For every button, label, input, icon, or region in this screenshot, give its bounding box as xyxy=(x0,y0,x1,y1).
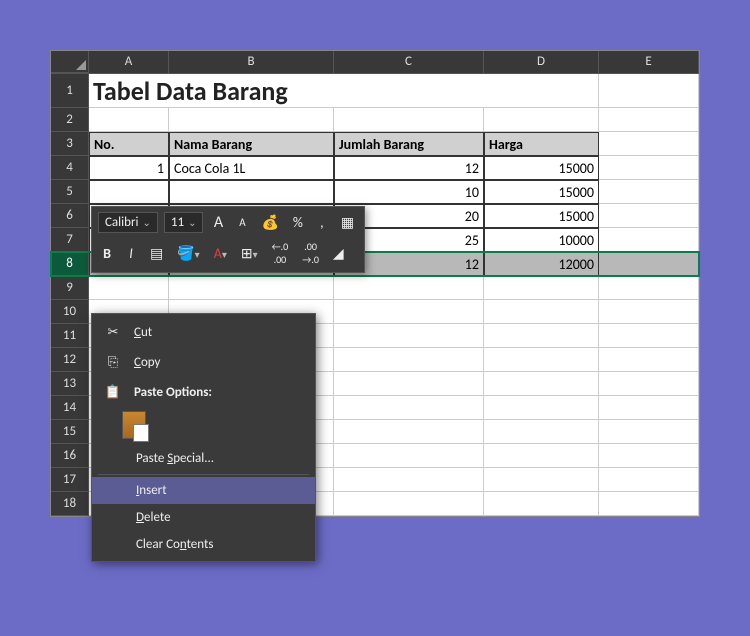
italic-button[interactable]: I xyxy=(122,243,140,264)
fill-color-button[interactable]: 🪣▾ xyxy=(173,243,203,264)
col-header-c[interactable]: C xyxy=(334,51,484,73)
cell[interactable] xyxy=(89,108,169,132)
cell[interactable] xyxy=(599,180,699,204)
row-header-2[interactable]: 2 xyxy=(51,108,89,132)
format-painter-icon[interactable]: ▦ xyxy=(337,212,358,233)
column-headers: A B C D E xyxy=(51,51,699,74)
comma-format-icon[interactable]: , xyxy=(313,212,331,233)
context-menu: ✂ Cut ⎘ Copy 📋 Paste Options: Paste Spec… xyxy=(91,313,316,562)
col-header-b[interactable]: B xyxy=(169,51,334,73)
menu-copy[interactable]: ⎘ Copy xyxy=(92,347,315,377)
header-nama[interactable]: Nama Barang xyxy=(169,132,334,156)
mini-toolbar: Calibri⌄ 11⌄ A A 💰 % , ▦ B I ▤ 🪣▾ A▾ ⊞▾ … xyxy=(91,206,365,273)
borders-button[interactable]: ⊞▾ xyxy=(237,243,262,264)
row-4: 4 1 Coca Cola 1L 12 15000 xyxy=(51,156,699,180)
cell-jumlah[interactable]: 10 xyxy=(334,180,484,204)
header-harga[interactable]: Harga xyxy=(484,132,599,156)
cell-harga[interactable]: 12000 xyxy=(484,252,599,276)
cell[interactable] xyxy=(484,108,599,132)
cell-harga[interactable]: 15000 xyxy=(484,156,599,180)
row-header-16[interactable]: 16 xyxy=(51,444,89,468)
row-header-10[interactable]: 10 xyxy=(51,300,89,324)
menu-insert[interactable]: Insert xyxy=(92,477,315,504)
row-1: 1 Tabel Data Barang xyxy=(51,74,699,108)
increase-decimal-icon[interactable]: ←.0.00 xyxy=(268,238,293,268)
row-header-13[interactable]: 13 xyxy=(51,372,89,396)
row-header-18[interactable]: 18 xyxy=(51,492,89,516)
row-header-1[interactable]: 1 xyxy=(51,74,89,108)
cell-nama[interactable] xyxy=(169,180,334,204)
menu-cut[interactable]: ✂ Cut xyxy=(92,317,315,347)
row-header-5[interactable]: 5 xyxy=(51,180,89,204)
row-3: 3 No. Nama Barang Jumlah Barang Harga xyxy=(51,132,699,156)
cell[interactable] xyxy=(599,204,699,228)
row-header-4[interactable]: 4 xyxy=(51,156,89,180)
cell-harga[interactable]: 15000 xyxy=(484,180,599,204)
paste-icon: 📋 xyxy=(104,383,122,401)
row-9: 9 xyxy=(51,276,699,300)
row-header-3[interactable]: 3 xyxy=(51,132,89,156)
col-header-a[interactable]: A xyxy=(89,51,169,73)
row-header-7[interactable]: 7 xyxy=(51,228,89,252)
select-all-corner[interactable] xyxy=(51,51,89,73)
cell-no[interactable]: 1 xyxy=(89,156,169,180)
chevron-down-icon: ⌄ xyxy=(188,216,196,229)
cell[interactable] xyxy=(599,132,699,156)
menu-delete[interactable]: Delete xyxy=(92,504,315,531)
cell[interactable] xyxy=(599,228,699,252)
font-selector[interactable]: Calibri⌄ xyxy=(98,212,158,233)
header-jumlah[interactable]: Jumlah Barang xyxy=(334,132,484,156)
row-2: 2 xyxy=(51,108,699,132)
bold-button[interactable]: B xyxy=(98,243,116,264)
cell[interactable] xyxy=(599,108,699,132)
row-5: 5 10 15000 xyxy=(51,180,699,204)
percent-format-icon[interactable]: % xyxy=(289,212,307,233)
cell-no[interactable] xyxy=(89,180,169,204)
menu-paste-options: 📋 Paste Options: xyxy=(92,377,315,407)
increase-font-icon[interactable]: A xyxy=(209,211,227,234)
cell[interactable] xyxy=(599,252,699,276)
row-header-6[interactable]: 6 xyxy=(51,204,89,228)
cut-icon: ✂ xyxy=(104,323,122,341)
cell-jumlah[interactable]: 12 xyxy=(334,156,484,180)
accounting-format-icon[interactable]: 💰 xyxy=(257,212,282,233)
col-header-d[interactable]: D xyxy=(484,51,599,73)
row-header-8[interactable]: 8 xyxy=(51,252,89,276)
row-header-12[interactable]: 12 xyxy=(51,348,89,372)
cell-harga[interactable]: 10000 xyxy=(484,228,599,252)
font-color-button[interactable]: A▾ xyxy=(210,243,231,264)
menu-paste-special[interactable]: Paste Special... xyxy=(92,445,315,472)
menu-separator xyxy=(98,474,309,475)
font-size-selector[interactable]: 11⌄ xyxy=(164,212,204,233)
copy-icon: ⎘ xyxy=(104,353,122,371)
cell[interactable] xyxy=(334,108,484,132)
cell[interactable] xyxy=(169,108,334,132)
menu-clear-contents[interactable]: Clear Contents xyxy=(92,531,315,558)
row-header-15[interactable]: 15 xyxy=(51,420,89,444)
cell[interactable] xyxy=(599,156,699,180)
header-no[interactable]: No. xyxy=(89,132,169,156)
clear-format-icon[interactable]: ◢ xyxy=(329,243,348,264)
paste-option-button[interactable] xyxy=(122,411,146,439)
row-header-17[interactable]: 17 xyxy=(51,468,89,492)
border-button[interactable]: ▤ xyxy=(146,243,167,264)
col-header-e[interactable]: E xyxy=(599,51,699,73)
cell-harga[interactable]: 15000 xyxy=(484,204,599,228)
cell-nama[interactable]: Coca Cola 1L xyxy=(169,156,334,180)
row-header-14[interactable]: 14 xyxy=(51,396,89,420)
title-cell[interactable]: Tabel Data Barang xyxy=(89,74,599,108)
row-header-9[interactable]: 9 xyxy=(51,276,89,300)
decrease-decimal-icon[interactable]: .00→.0 xyxy=(298,238,323,268)
cell[interactable] xyxy=(599,74,699,108)
chevron-down-icon: ⌄ xyxy=(142,216,150,229)
row-header-11[interactable]: 11 xyxy=(51,324,89,348)
decrease-font-icon[interactable]: A xyxy=(233,214,251,231)
